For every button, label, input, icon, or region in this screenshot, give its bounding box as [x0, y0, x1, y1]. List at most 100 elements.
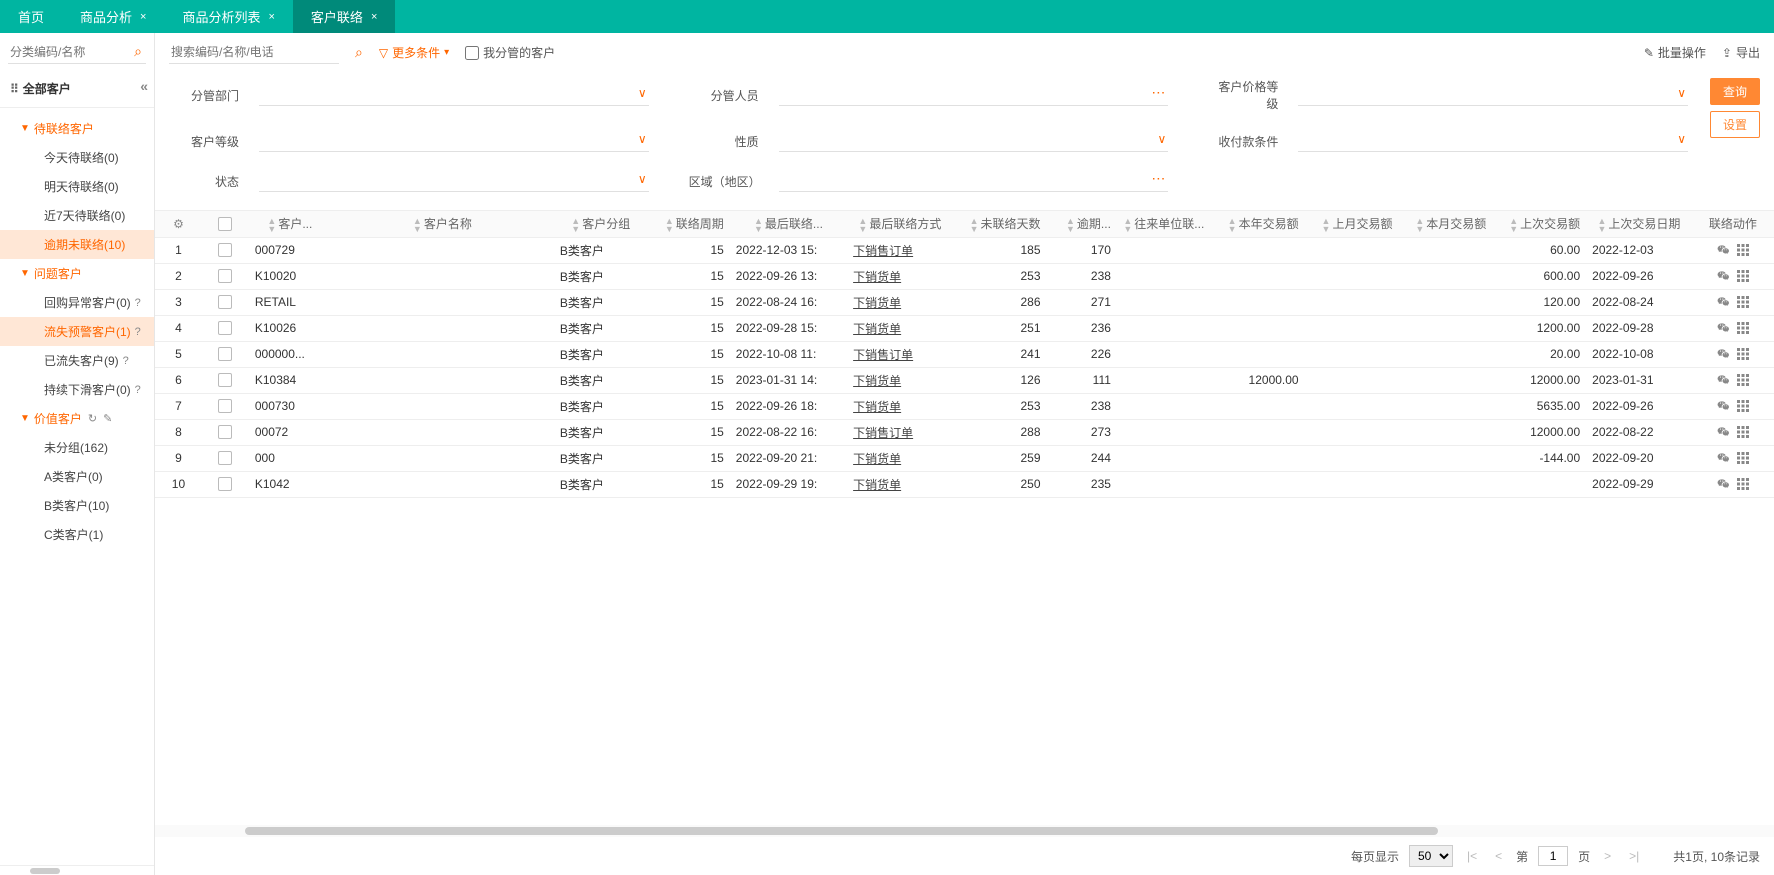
row-checkbox[interactable] [218, 399, 232, 413]
chevron-down-icon[interactable]: ∨ [638, 132, 647, 146]
page-input[interactable] [1538, 846, 1568, 866]
ellipsis-icon[interactable]: ⋯ [1151, 84, 1166, 101]
grid-icon[interactable] [1737, 296, 1749, 308]
filter-性质[interactable]: 性质∨ [689, 130, 1169, 152]
query-button[interactable]: 查询 [1710, 78, 1760, 105]
table-row[interactable]: 5000000...B类客户152022-10-08 11:下销售订单24122… [155, 341, 1774, 367]
col-name[interactable]: ▲▼客户名称 [331, 211, 554, 237]
last-contact-link[interactable]: 下销货单 [853, 478, 901, 492]
wechat-icon[interactable] [1717, 451, 1731, 465]
wechat-icon[interactable] [1717, 347, 1731, 361]
chevron-down-icon[interactable]: ∨ [638, 172, 647, 186]
filter-分管部门[interactable]: 分管部门∨ [169, 78, 649, 112]
sidebar-item[interactable]: 未分组(162) [0, 433, 154, 462]
next-page-button[interactable]: > [1600, 849, 1615, 863]
sidebar-item[interactable]: 今天待联络(0) [0, 143, 154, 172]
col-cycle[interactable]: ▲▼联络周期 [648, 211, 730, 237]
col-gear[interactable]: ⚙ [155, 211, 202, 237]
col-yearamt[interactable]: ▲▼本年交易额 [1211, 211, 1305, 237]
table-hscroll[interactable] [155, 825, 1774, 837]
row-checkbox[interactable] [218, 347, 232, 361]
gear-icon[interactable]: ⚙ [173, 217, 184, 231]
grid-icon[interactable] [1737, 270, 1749, 282]
last-contact-link[interactable]: 下销售订单 [853, 244, 913, 258]
chevron-down-icon[interactable]: ∨ [1677, 86, 1686, 100]
grid-icon[interactable] [1737, 400, 1749, 412]
wechat-icon[interactable] [1717, 373, 1731, 387]
help-icon[interactable]: ? [135, 384, 141, 396]
sidebar-item[interactable]: B类客户(10) [0, 491, 154, 520]
sidebar-item[interactable]: A类客户(0) [0, 462, 154, 491]
table-row[interactable]: 6K10384B类客户152023-01-31 14:下销货单126111120… [155, 367, 1774, 393]
main-search-input[interactable] [169, 41, 339, 64]
close-icon[interactable]: × [371, 11, 377, 23]
sidebar-search-input[interactable] [8, 41, 146, 64]
last-contact-link[interactable]: 下销货单 [853, 322, 901, 336]
wechat-icon[interactable] [1717, 269, 1731, 283]
sidebar-hscroll[interactable] [0, 865, 154, 875]
filter-收付款条件[interactable]: 收付款条件∨ [1208, 130, 1688, 152]
last-contact-link[interactable]: 下销货单 [853, 400, 901, 414]
last-contact-link[interactable]: 下销货单 [853, 296, 901, 310]
select-all-checkbox[interactable] [218, 217, 232, 231]
row-checkbox[interactable] [218, 269, 232, 283]
grid-icon[interactable] [1737, 478, 1749, 490]
table-row[interactable]: 1000729B类客户152022-12-03 15:下销售订单18517060… [155, 237, 1774, 263]
table-row[interactable]: 800072B类客户152022-08-22 16:下销售订单288273120… [155, 419, 1774, 445]
row-checkbox[interactable] [218, 295, 232, 309]
filter-状态[interactable]: 状态∨ [169, 170, 649, 192]
chevron-down-icon[interactable]: ∨ [1677, 132, 1686, 146]
wechat-icon[interactable] [1717, 243, 1731, 257]
prev-page-button[interactable]: < [1491, 849, 1506, 863]
last-page-button[interactable]: >| [1625, 849, 1643, 863]
filter-客户等级[interactable]: 客户等级∨ [169, 130, 649, 152]
col-lastdate[interactable]: ▲▼上次交易日期 [1586, 211, 1692, 237]
grid-icon[interactable] [1737, 452, 1749, 464]
sidebar-item[interactable]: 流失预警客户(1)? [0, 317, 154, 346]
tab-3[interactable]: 客户联络× [293, 0, 395, 33]
sidebar-group-1[interactable]: ▼问题客户 [0, 259, 154, 288]
row-checkbox[interactable] [218, 373, 232, 387]
export-button[interactable]: ⇪ 导出 [1722, 44, 1760, 61]
last-contact-link[interactable]: 下销货单 [853, 452, 901, 466]
help-icon[interactable]: ? [123, 355, 129, 367]
batch-action-button[interactable]: ✎ 批量操作 [1644, 44, 1706, 61]
col-unitcontact[interactable]: ▲▼往来单位联... [1117, 211, 1211, 237]
row-checkbox[interactable] [218, 477, 232, 491]
last-contact-link[interactable]: 下销货单 [853, 270, 901, 284]
grid-icon[interactable] [1737, 348, 1749, 360]
last-contact-link[interactable]: 下销售订单 [853, 348, 913, 362]
sidebar-group-2[interactable]: ▼价值客户↻✎ [0, 404, 154, 433]
row-checkbox[interactable] [218, 243, 232, 257]
wechat-icon[interactable] [1717, 321, 1731, 335]
help-icon[interactable]: ? [135, 326, 141, 338]
filter-区域（地区）[interactable]: 区域（地区）⋯ [689, 170, 1169, 192]
grid-icon[interactable] [1737, 426, 1749, 438]
chevron-down-icon[interactable]: ∨ [638, 86, 647, 100]
edit-icon[interactable]: ✎ [103, 412, 112, 425]
ellipsis-icon[interactable]: ⋯ [1151, 170, 1166, 187]
filter-分管人员[interactable]: 分管人员⋯ [689, 78, 1169, 112]
first-page-button[interactable]: |< [1463, 849, 1481, 863]
col-group[interactable]: ▲▼客户分组 [554, 211, 648, 237]
wechat-icon[interactable] [1717, 477, 1731, 491]
sidebar-item[interactable]: 明天待联络(0) [0, 172, 154, 201]
wechat-icon[interactable] [1717, 399, 1731, 413]
sidebar-group-0[interactable]: ▼待联络客户 [0, 114, 154, 143]
row-checkbox[interactable] [218, 451, 232, 465]
table-row[interactable]: 3RETAILB类客户152022-08-24 16:下销货单286271120… [155, 289, 1774, 315]
table-row[interactable]: 7000730B类客户152022-09-26 18:下销货单253238563… [155, 393, 1774, 419]
close-icon[interactable]: × [140, 11, 146, 23]
sidebar-item[interactable]: 持续下滑客户(0)? [0, 375, 154, 404]
table-row[interactable]: 2K10020B类客户152022-09-26 13:下销货单253238600… [155, 263, 1774, 289]
grid-icon[interactable] [1737, 374, 1749, 386]
collapse-sidebar-icon[interactable]: « [140, 78, 148, 94]
grid-icon[interactable] [1737, 322, 1749, 334]
row-checkbox[interactable] [218, 321, 232, 335]
col-lastm[interactable]: ▲▼上月交易额 [1305, 211, 1399, 237]
table-row[interactable]: 9000B类客户152022-09-20 21:下销货单259244-144.0… [155, 445, 1774, 471]
table-row[interactable]: 10K1042B类客户152022-09-29 19:下销货单250235202… [155, 471, 1774, 497]
refresh-icon[interactable]: ↻ [88, 412, 97, 425]
help-icon[interactable]: ? [135, 297, 141, 309]
tab-0[interactable]: 首页 [0, 0, 62, 33]
